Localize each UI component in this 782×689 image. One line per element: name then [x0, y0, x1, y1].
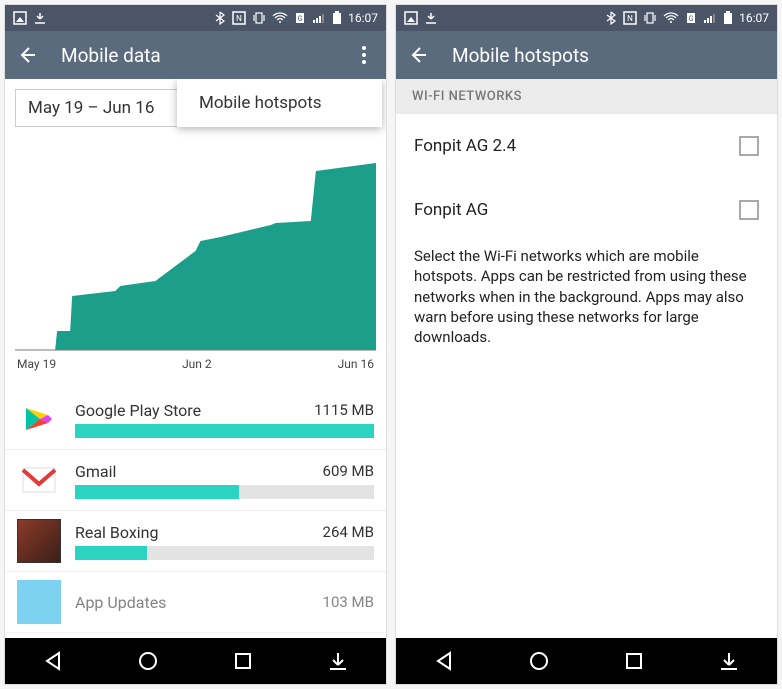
svg-text:N: N: [627, 14, 633, 23]
battery-icon: [332, 11, 342, 25]
data-icon: G: [294, 11, 306, 25]
image-icon: [404, 11, 418, 25]
x-tick: Jun 2: [182, 357, 212, 371]
help-text: Select the Wi-Fi networks which are mobi…: [396, 242, 777, 369]
checkbox[interactable]: [739, 136, 759, 156]
vibrate-icon: [643, 11, 657, 25]
content-right: WI-FI NETWORKS Fonpit AG 2.4 Fonpit AG S…: [396, 79, 777, 638]
nav-recent-button[interactable]: [231, 649, 255, 673]
page-title: Mobile hotspots: [452, 44, 767, 67]
nav-home-button[interactable]: [527, 649, 551, 673]
play-store-icon: [17, 397, 61, 441]
nav-bar: [396, 638, 777, 684]
gmail-icon: [17, 458, 61, 502]
network-name: Fonpit AG 2.4: [414, 136, 516, 156]
vibrate-icon: [252, 11, 266, 25]
nav-pull-down-button[interactable]: [717, 649, 741, 673]
network-row[interactable]: Fonpit AG: [396, 178, 777, 242]
bluetooth-icon: [605, 11, 617, 25]
network-row[interactable]: Fonpit AG 2.4: [396, 114, 777, 178]
status-bar: N G 16:07: [5, 5, 386, 31]
usage-bar: [75, 485, 374, 499]
phone-right-mobile-hotspots: N G 16:07 Mobile hotspots WI-FI NETWORKS…: [395, 4, 778, 685]
data-usage-chart: May 19 Jun 2 Jun 16: [15, 141, 376, 381]
phone-left-mobile-data: N G 16:07 Mobile data May 19 – Jun 16 ▼ …: [4, 4, 387, 685]
app-updates-icon: [17, 580, 61, 624]
status-bar: N G 16:07: [396, 5, 777, 31]
date-range-label: May 19 – Jun 16: [28, 98, 154, 118]
list-item[interactable]: Google Play Store 1115 MB: [5, 389, 386, 450]
data-icon: G: [685, 11, 697, 25]
app-bar-left: Mobile data: [5, 31, 386, 79]
nav-pull-down-button[interactable]: [326, 649, 350, 673]
overflow-menu-button[interactable]: [352, 45, 376, 65]
checkbox[interactable]: [739, 200, 759, 220]
x-tick: Jun 16: [338, 357, 374, 371]
wifi-icon: [272, 12, 288, 24]
back-button[interactable]: [406, 44, 428, 66]
app-name: Google Play Store: [75, 401, 201, 420]
wifi-icon: [663, 12, 679, 24]
nfc-icon: N: [232, 11, 246, 25]
chart-area-icon: [15, 141, 376, 351]
nfc-icon: N: [623, 11, 637, 25]
svg-text:G: G: [298, 15, 303, 23]
download-icon: [33, 11, 47, 25]
app-usage: 103 MB: [323, 593, 374, 612]
chart-x-axis: May 19 Jun 2 Jun 16: [15, 355, 376, 371]
app-name: Gmail: [75, 462, 116, 481]
signal-icon: [703, 12, 717, 24]
content-left: May 19 – Jun 16 ▼ Mobile hotspots May 19…: [5, 79, 386, 638]
nav-home-button[interactable]: [136, 649, 160, 673]
real-boxing-icon: [17, 519, 61, 563]
nav-back-button[interactable]: [41, 649, 65, 673]
app-usage: 609 MB: [323, 462, 374, 481]
signal-icon: [312, 12, 326, 24]
app-usage-list: Google Play Store 1115 MB Gmail 609 MB Rea…: [5, 389, 386, 633]
menu-item-label: Mobile hotspots: [199, 93, 322, 113]
app-usage: 1115 MB: [314, 401, 374, 420]
page-title: Mobile data: [61, 44, 328, 67]
svg-text:N: N: [236, 14, 242, 23]
usage-bar: [75, 546, 374, 560]
network-name: Fonpit AG: [414, 200, 488, 220]
section-header-wifi-networks: WI-FI NETWORKS: [396, 79, 777, 114]
list-item[interactable]: Gmail 609 MB: [5, 450, 386, 511]
nav-bar: [5, 638, 386, 684]
usage-bar: [75, 424, 374, 438]
menu-popup-mobile-hotspots[interactable]: Mobile hotspots: [177, 79, 382, 127]
back-button[interactable]: [15, 44, 37, 66]
list-item[interactable]: Real Boxing 264 MB: [5, 511, 386, 572]
app-name: App Updates: [75, 593, 166, 612]
svg-text:G: G: [689, 15, 694, 23]
download-icon: [424, 11, 438, 25]
nav-back-button[interactable]: [432, 649, 456, 673]
nav-recent-button[interactable]: [622, 649, 646, 673]
list-item[interactable]: App Updates 103 MB: [5, 572, 386, 633]
app-name: Real Boxing: [75, 523, 158, 542]
x-tick: May 19: [17, 357, 56, 371]
status-time: 16:07: [348, 11, 378, 25]
app-bar-right: Mobile hotspots: [396, 31, 777, 79]
app-usage: 264 MB: [323, 523, 374, 542]
battery-icon: [723, 11, 733, 25]
status-time: 16:07: [739, 11, 769, 25]
bluetooth-icon: [214, 11, 226, 25]
image-icon: [13, 11, 27, 25]
